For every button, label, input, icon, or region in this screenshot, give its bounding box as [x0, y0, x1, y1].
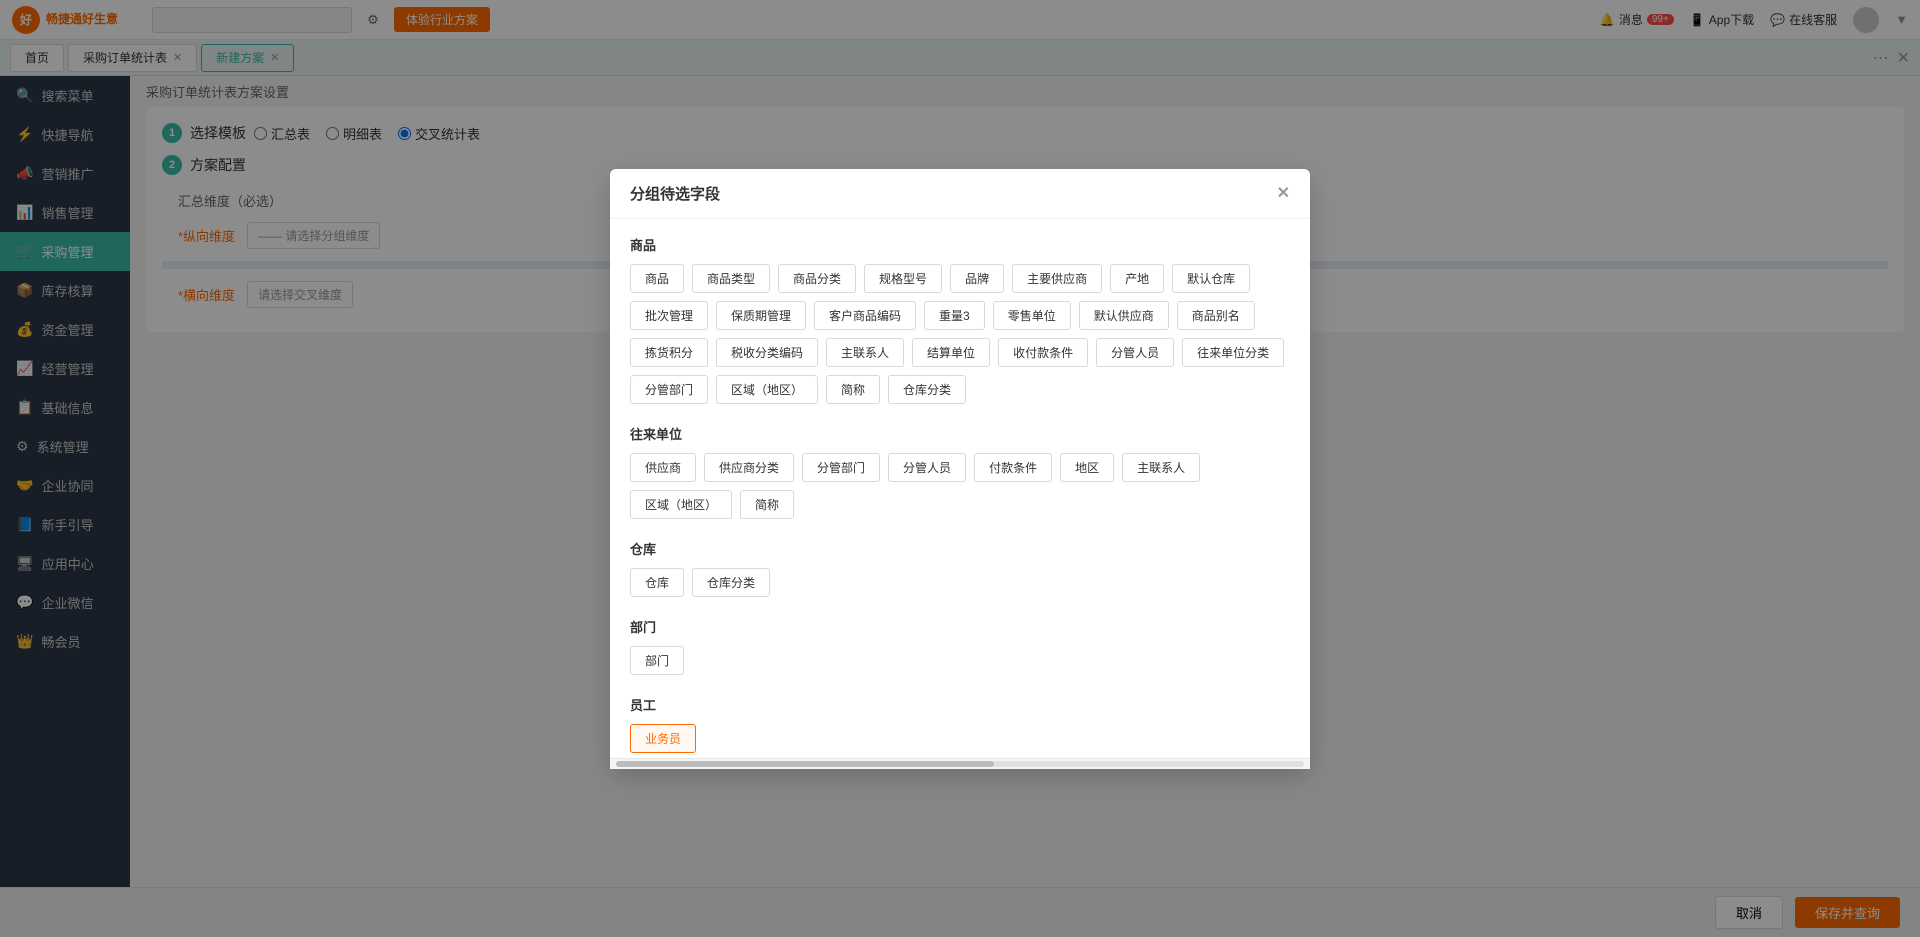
field-tag-short-name[interactable]: 简称 [826, 375, 880, 404]
field-tag-partner-category[interactable]: 往来单位分类 [1182, 338, 1284, 367]
field-tag-batch-manage[interactable]: 批次管理 [630, 301, 708, 330]
modal-header: 分组待选字段 ✕ [610, 169, 1310, 219]
scrollbar-track [616, 761, 1304, 767]
product-field-tags: 商品 商品类型 商品分类 规格型号 品牌 主要供应商 产地 默认仓库 批次管理 … [630, 264, 1290, 404]
section-employee: 员工 业务员 [630, 695, 1290, 753]
field-tag-origin[interactable]: 产地 [1110, 264, 1164, 293]
section-product: 商品 商品 商品类型 商品分类 规格型号 品牌 主要供应商 产地 默认仓库 批次… [630, 235, 1290, 404]
field-tag-spec-model[interactable]: 规格型号 [864, 264, 942, 293]
field-tag-customer-code[interactable]: 客户商品编码 [814, 301, 916, 330]
field-tag-supplier[interactable]: 供应商 [630, 453, 696, 482]
field-tag-warehouse[interactable]: 仓库 [630, 568, 684, 597]
section-warehouse-title: 仓库 [630, 539, 1290, 558]
field-tag-weight3[interactable]: 重量3 [924, 301, 985, 330]
field-tag-main-contact[interactable]: 主联系人 [826, 338, 904, 367]
field-tag-short-name2[interactable]: 简称 [740, 490, 794, 519]
section-department-title: 部门 [630, 617, 1290, 636]
field-tag-product[interactable]: 商品 [630, 264, 684, 293]
field-tag-warehouse-category[interactable]: 仓库分类 [888, 375, 966, 404]
section-warehouse: 仓库 仓库 仓库分类 [630, 539, 1290, 597]
field-tag-dept[interactable]: 分管部门 [630, 375, 708, 404]
field-tag-main-contact2[interactable]: 主联系人 [1122, 453, 1200, 482]
employee-field-tags: 业务员 [630, 724, 1290, 753]
section-partner-title: 往来单位 [630, 424, 1290, 443]
field-tag-brand[interactable]: 品牌 [950, 264, 1004, 293]
field-tag-product-type[interactable]: 商品类型 [692, 264, 770, 293]
field-tag-product-alias[interactable]: 商品别名 [1177, 301, 1255, 330]
modal-overlay: 分组待选字段 ✕ 商品 商品 商品类型 商品分类 规格型号 品牌 主要供应商 产… [0, 0, 1920, 937]
section-partner: 往来单位 供应商 供应商分类 分管部门 分管人员 付款条件 地区 主联系人 区域… [630, 424, 1290, 519]
partner-field-tags: 供应商 供应商分类 分管部门 分管人员 付款条件 地区 主联系人 区域（地区） … [630, 453, 1290, 519]
field-tag-tax-code[interactable]: 税收分类编码 [716, 338, 818, 367]
field-tag-department[interactable]: 部门 [630, 646, 684, 675]
field-selection-modal: 分组待选字段 ✕ 商品 商品 商品类型 商品分类 规格型号 品牌 主要供应商 产… [610, 169, 1310, 769]
field-tag-product-category[interactable]: 商品分类 [778, 264, 856, 293]
field-tag-region2[interactable]: 区域（地区） [630, 490, 732, 519]
section-department: 部门 部门 [630, 617, 1290, 675]
modal-title: 分组待选字段 [630, 183, 720, 204]
field-tag-warehouse-cat[interactable]: 仓库分类 [692, 568, 770, 597]
field-tag-manage-person[interactable]: 分管人员 [888, 453, 966, 482]
field-tag-area[interactable]: 地区 [1060, 453, 1114, 482]
field-tag-default-warehouse[interactable]: 默认仓库 [1172, 264, 1250, 293]
field-tag-retail-unit[interactable]: 零售单位 [993, 301, 1071, 330]
modal-body: 商品 商品 商品类型 商品分类 规格型号 品牌 主要供应商 产地 默认仓库 批次… [610, 219, 1310, 759]
field-tag-supervisor[interactable]: 分管人员 [1096, 338, 1174, 367]
modal-h-scrollbar[interactable] [610, 758, 1310, 768]
scrollbar-thumb [616, 761, 994, 767]
field-tag-pick-score[interactable]: 拣货积分 [630, 338, 708, 367]
field-tag-payment-terms[interactable]: 收付款条件 [998, 338, 1088, 367]
field-tag-supplier-category[interactable]: 供应商分类 [704, 453, 794, 482]
field-tag-main-supplier[interactable]: 主要供应商 [1012, 264, 1102, 293]
field-tag-shelf-life[interactable]: 保质期管理 [716, 301, 806, 330]
field-tag-settlement-unit[interactable]: 结算单位 [912, 338, 990, 367]
field-tag-manage-dept[interactable]: 分管部门 [802, 453, 880, 482]
department-field-tags: 部门 [630, 646, 1290, 675]
warehouse-field-tags: 仓库 仓库分类 [630, 568, 1290, 597]
section-employee-title: 员工 [630, 695, 1290, 714]
field-tag-default-supplier[interactable]: 默认供应商 [1079, 301, 1169, 330]
modal-close-button[interactable]: ✕ [1277, 183, 1290, 203]
field-tag-region[interactable]: 区域（地区） [716, 375, 818, 404]
section-product-title: 商品 [630, 235, 1290, 254]
field-tag-pay-terms[interactable]: 付款条件 [974, 453, 1052, 482]
field-tag-salesperson[interactable]: 业务员 [630, 724, 696, 753]
